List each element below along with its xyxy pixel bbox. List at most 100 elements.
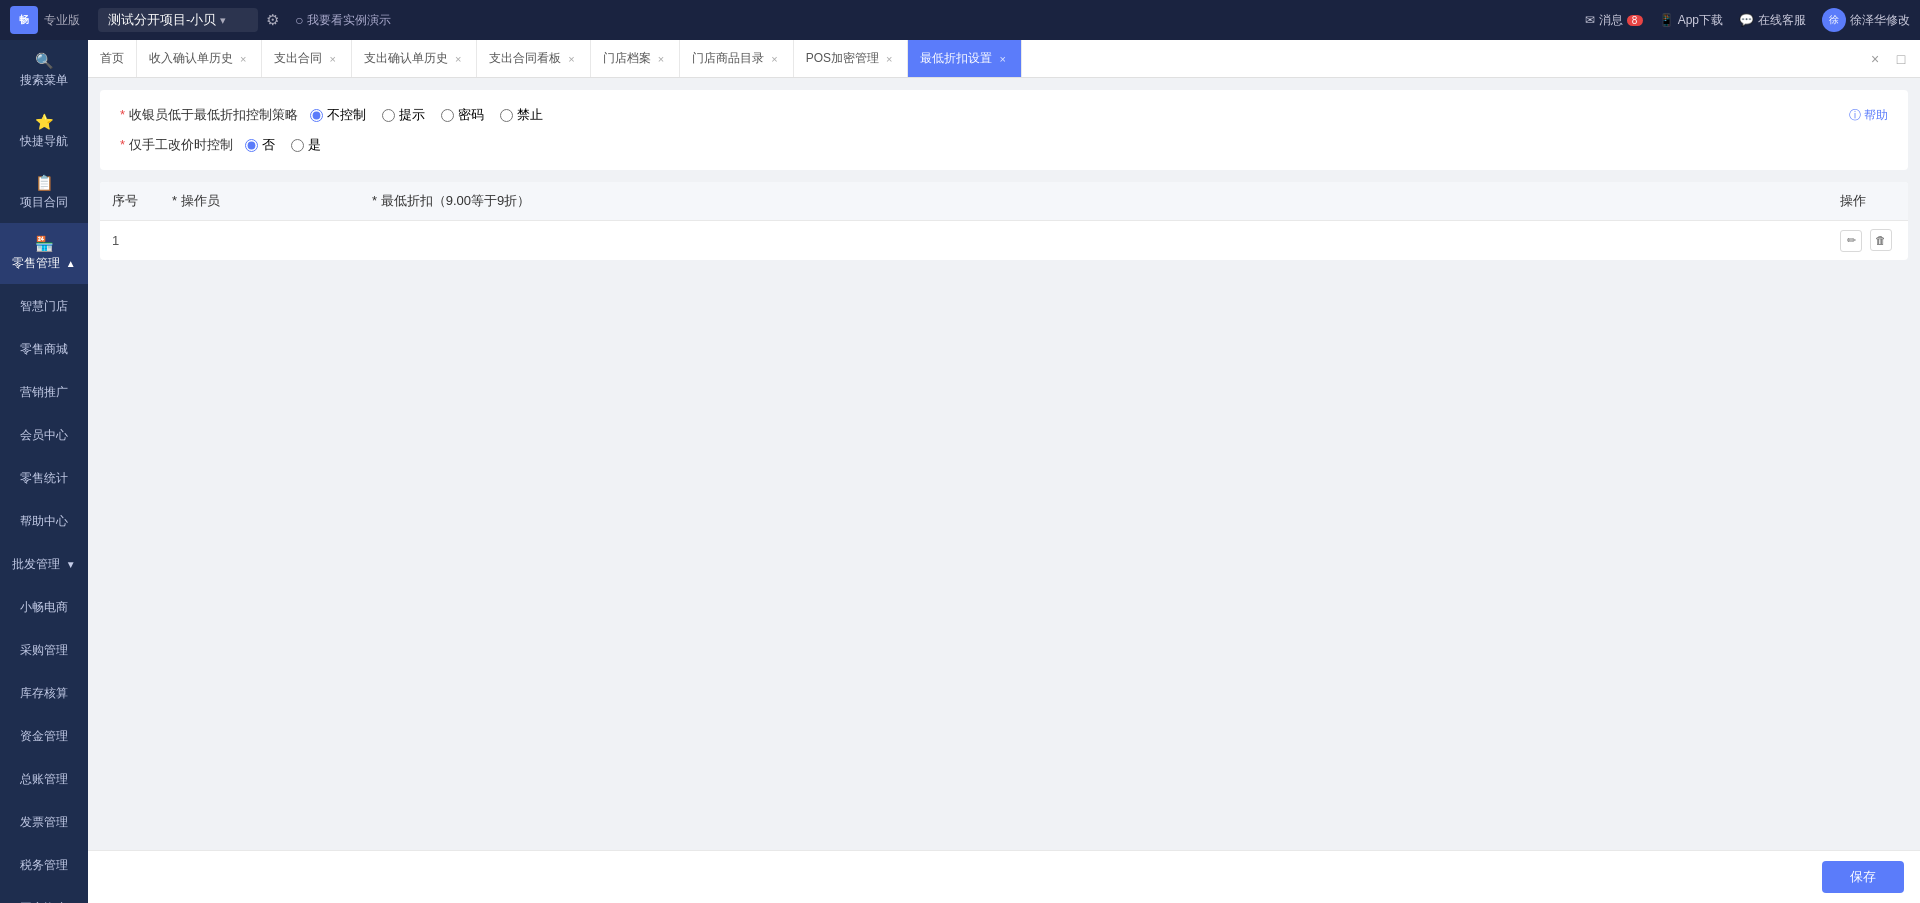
sidebar-label-wholesale: 批发管理 ▼ — [6, 556, 82, 573]
sidebar-item-purchase[interactable]: 采购管理 — [0, 628, 88, 671]
sidebar-label-help: 帮助中心 — [6, 513, 82, 530]
sidebar-item-retail[interactable]: 🏪 零售管理 ▲ — [0, 223, 88, 284]
online-service-btn[interactable]: 💬 在线客服 — [1739, 12, 1806, 29]
sidebar-item-search[interactable]: 🔍 搜索菜单 — [0, 40, 88, 101]
sidebar-item-nav[interactable]: ⭐ 快捷导航 — [0, 101, 88, 162]
logo-icon: 畅 — [10, 6, 38, 34]
discount-table-wrap: 序号 * 操作员 * 最低折扣（9.00等于9折） 操作 1 — [100, 182, 1908, 260]
sidebar-item-ledger[interactable]: 总账管理 — [0, 757, 88, 800]
message-icon: ✉ — [1585, 13, 1595, 27]
manual-option-no[interactable]: 否 — [245, 136, 275, 154]
project-selector[interactable]: 测试分开项目-小贝 ▾ — [98, 8, 258, 32]
manual-option-yes[interactable]: 是 — [291, 136, 321, 154]
manual-label: 仅手工改价时控制 — [120, 136, 233, 154]
project-icon: 📋 — [35, 174, 54, 191]
strategy-option-forbid[interactable]: 禁止 — [500, 106, 543, 124]
sidebar-label-marketing: 营销推广 — [6, 384, 82, 401]
strategy-option-password[interactable]: 密码 — [441, 106, 484, 124]
cell-seq: 1 — [100, 221, 160, 260]
tab-expenditure[interactable]: 支出确认单历史 × — [352, 40, 477, 78]
maximize-tab-btn[interactable]: □ — [1890, 48, 1912, 70]
tab-contract[interactable]: 支出合同 × — [262, 40, 351, 78]
sidebar-item-project[interactable]: 📋 项目合同 — [0, 162, 88, 223]
strategy-label-remind: 提示 — [399, 106, 425, 124]
strategy-radio-password[interactable] — [441, 109, 454, 122]
settings-form: 收银员低于最低折扣控制策略 不控制 提示 密码 — [100, 90, 1908, 170]
app-version: 专业版 — [44, 12, 80, 29]
app-download-btn[interactable]: 📱 App下载 — [1659, 12, 1723, 29]
sidebar-label-nav: 快捷导航 — [6, 133, 82, 150]
strategy-radio-forbid[interactable] — [500, 109, 513, 122]
user-name: 徐泽华修改 — [1850, 12, 1910, 29]
sidebar-item-tax[interactable]: 税务管理 — [0, 843, 88, 886]
settings-icon[interactable]: ⚙ — [266, 11, 279, 29]
sidebar-label-project: 项目合同 — [6, 194, 82, 211]
sidebar-item-retail-mall[interactable]: 零售商城 — [0, 327, 88, 370]
sidebar-item-finance[interactable]: 资金管理 — [0, 714, 88, 757]
sidebar-item-marketing[interactable]: 营销推广 — [0, 370, 88, 413]
tab-catalog[interactable]: 门店商品目录 × — [680, 40, 793, 78]
sidebar-label-search: 搜索菜单 — [6, 72, 82, 89]
edit-btn[interactable]: ✏ — [1840, 230, 1862, 252]
help-icon: ⓘ — [1849, 107, 1861, 124]
strategy-label-none: 不控制 — [327, 106, 366, 124]
strategy-option-remind[interactable]: 提示 — [382, 106, 425, 124]
tab-expenditure-close[interactable]: × — [452, 52, 464, 66]
tab-pos[interactable]: POS加密管理 × — [794, 40, 909, 78]
delete-btn[interactable]: 🗑 — [1870, 229, 1892, 251]
tab-board[interactable]: 支出合同看板 × — [477, 40, 590, 78]
sidebar-item-invoice[interactable]: 发票管理 — [0, 800, 88, 843]
tab-income-close[interactable]: × — [237, 52, 249, 66]
retail-icon: 🏪 — [35, 235, 54, 252]
demo-link-label: 我要看实例演示 — [307, 12, 391, 29]
tab-discount-close[interactable]: × — [996, 52, 1008, 66]
discount-table: 序号 * 操作员 * 最低折扣（9.00等于9折） 操作 1 — [100, 182, 1908, 260]
tab-store[interactable]: 门店档案 × — [591, 40, 680, 78]
tab-board-close[interactable]: × — [565, 52, 577, 66]
manual-radio-no[interactable] — [245, 139, 258, 152]
topbar-right: ✉ 消息 8 📱 App下载 💬 在线客服 徐 徐泽华修改 — [1585, 8, 1910, 32]
tab-catalog-close[interactable]: × — [768, 52, 780, 66]
col-header-operator: * 操作员 — [160, 182, 360, 221]
sidebar-item-ecommerce[interactable]: 小畅电商 — [0, 585, 88, 628]
sidebar-item-member[interactable]: 会员中心 — [0, 413, 88, 456]
messages-btn[interactable]: ✉ 消息 8 — [1585, 12, 1643, 29]
manual-radio-yes[interactable] — [291, 139, 304, 152]
user-menu[interactable]: 徐 徐泽华修改 — [1822, 8, 1910, 32]
strategy-option-none[interactable]: 不控制 — [310, 106, 366, 124]
sidebar: 🔍 搜索菜单 ⭐ 快捷导航 📋 项目合同 🏪 零售管理 ▲ 智慧门店 零售商城 … — [0, 40, 88, 903]
demo-link[interactable]: ○ 我要看实例演示 — [295, 12, 391, 29]
tab-store-close[interactable]: × — [655, 52, 667, 66]
tab-pos-close[interactable]: × — [883, 52, 895, 66]
sidebar-item-inventory[interactable]: 库存核算 — [0, 671, 88, 714]
sidebar-item-retail-stats[interactable]: 零售统计 — [0, 456, 88, 499]
manual-radio-group: 否 是 — [245, 136, 321, 154]
tab-discount[interactable]: 最低折扣设置 × — [908, 40, 1021, 78]
strategy-label: 收银员低于最低折扣控制策略 — [120, 106, 298, 124]
sidebar-item-smart-store[interactable]: 智慧门店 — [0, 284, 88, 327]
col-header-seq: 序号 — [100, 182, 160, 221]
sidebar-label-tax: 税务管理 — [6, 857, 82, 874]
save-button[interactable]: 保存 — [1822, 861, 1904, 893]
strategy-label-password: 密码 — [458, 106, 484, 124]
tab-contract-label: 支出合同 — [274, 50, 322, 67]
online-service-label: 在线客服 — [1758, 12, 1806, 29]
app-logo: 畅 专业版 — [10, 6, 90, 34]
tab-income[interactable]: 收入确认单历史 × — [137, 40, 262, 78]
tab-home[interactable]: 首页 — [88, 40, 137, 78]
sidebar-item-help[interactable]: 帮助中心 — [0, 499, 88, 542]
close-tab-btn[interactable]: × — [1864, 48, 1886, 70]
table-scroll[interactable]: 序号 * 操作员 * 最低折扣（9.00等于9折） 操作 1 — [100, 182, 1908, 260]
tab-contract-close[interactable]: × — [326, 52, 338, 66]
tab-home-label: 首页 — [100, 50, 124, 67]
sidebar-label-purchase: 采购管理 — [6, 642, 82, 659]
avatar: 徐 — [1822, 8, 1846, 32]
sidebar-item-wholesale[interactable]: 批发管理 ▼ — [0, 542, 88, 585]
sidebar-item-assets[interactable]: 固定资产 — [0, 886, 88, 903]
chevron-down-icon: ▾ — [220, 14, 226, 27]
strategy-radio-none[interactable] — [310, 109, 323, 122]
strategy-radio-remind[interactable] — [382, 109, 395, 122]
help-link[interactable]: ⓘ 帮助 — [1849, 107, 1888, 124]
strategy-radio-group: 不控制 提示 密码 禁止 — [310, 106, 543, 124]
table-header: 序号 * 操作员 * 最低折扣（9.00等于9折） 操作 — [100, 182, 1908, 221]
